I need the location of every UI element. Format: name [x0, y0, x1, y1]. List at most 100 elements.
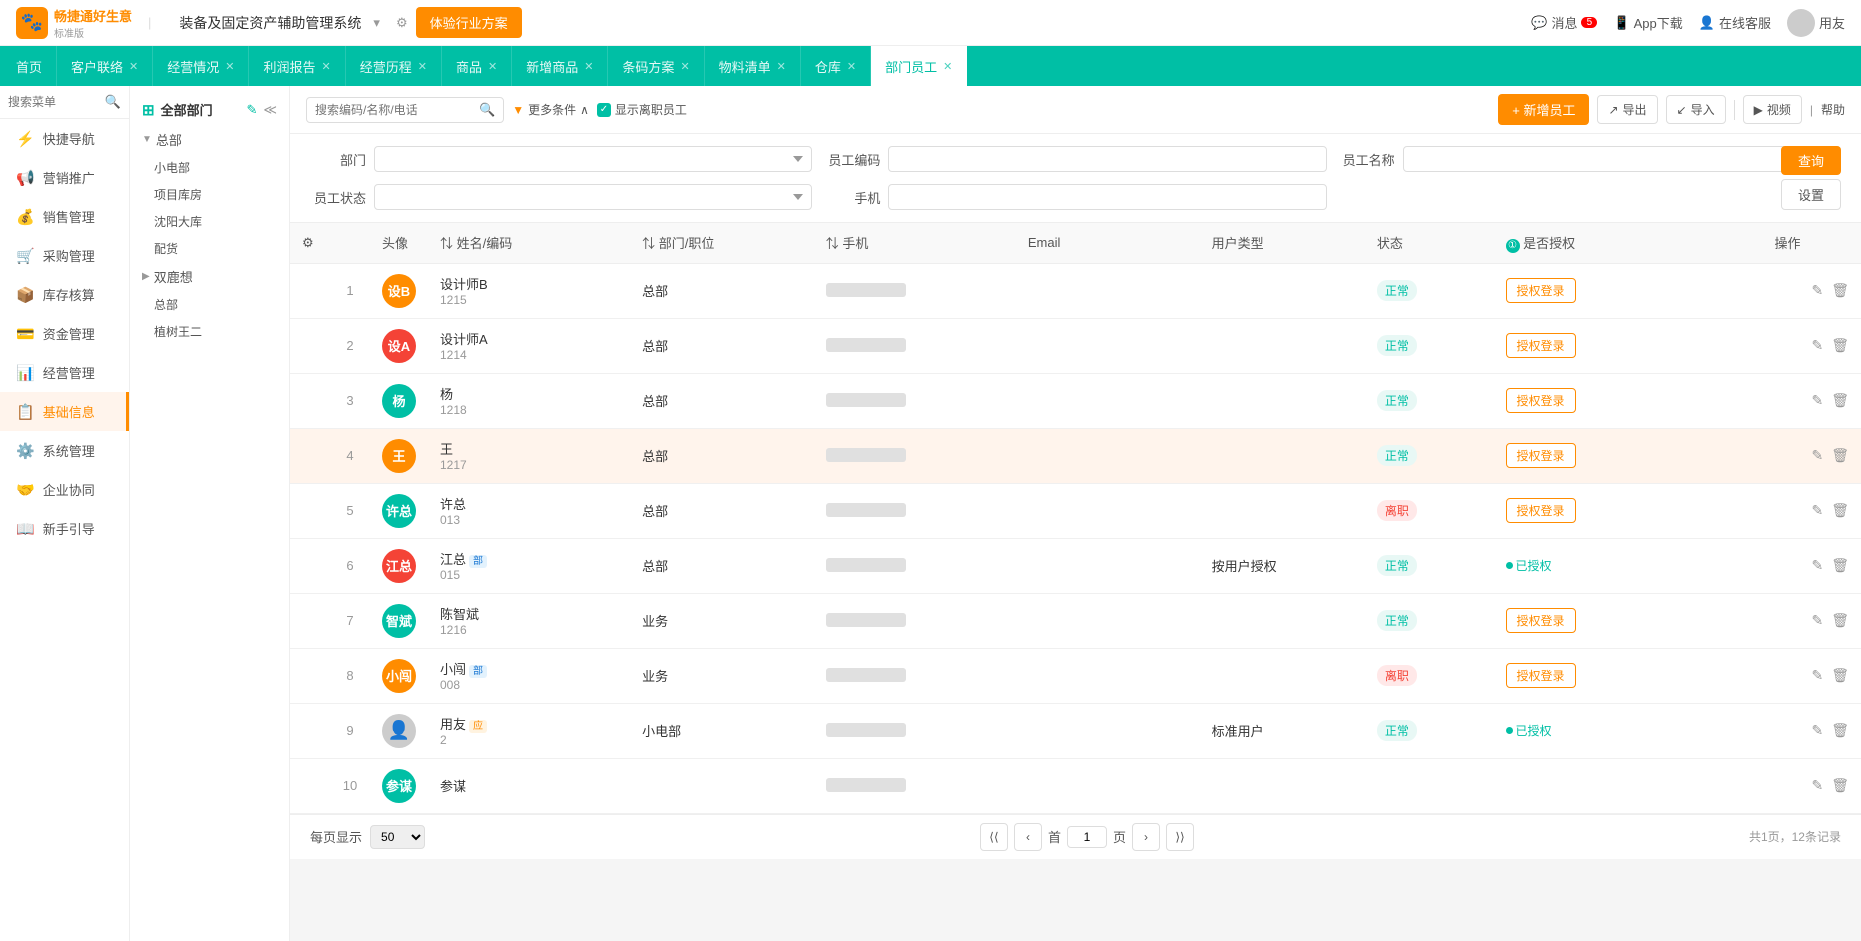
emp-name-input[interactable] [1403, 146, 1841, 172]
tab-home[interactable]: 首页 [0, 46, 57, 86]
edit-icon[interactable]: ✎ [1811, 447, 1823, 464]
delete-icon[interactable]: 🗑 [1831, 557, 1849, 574]
delete-icon[interactable]: 🗑 [1831, 777, 1849, 794]
delete-icon[interactable]: 🗑 [1831, 612, 1849, 629]
col-name-th[interactable]: ⇅ 姓名/编码 [428, 223, 630, 263]
delete-icon[interactable]: 🗑 [1831, 502, 1849, 519]
dept-group-title-shuanglu[interactable]: ▶ 双鹿想 [130, 262, 289, 291]
tab-dept-staff[interactable]: 部门员工 ✕ [871, 46, 967, 86]
trial-button[interactable]: 体验行业方案 [416, 7, 522, 38]
sidebar-item-guide[interactable]: 📖 新手引导 [0, 509, 129, 548]
tab-goods[interactable]: 商品 ✕ [442, 46, 512, 86]
edit-icon[interactable]: ✎ [1811, 667, 1823, 684]
close-icon[interactable]: ✕ [584, 60, 593, 73]
auth-login-button[interactable]: 授权登录 [1506, 278, 1576, 303]
close-icon[interactable]: ✕ [322, 60, 331, 73]
auth-login-button[interactable]: 授权登录 [1506, 608, 1576, 633]
help-btn[interactable]: | [1810, 103, 1813, 117]
edit-icon[interactable]: ✎ [1811, 502, 1823, 519]
import-button[interactable]: ↙ 导入 [1666, 95, 1726, 124]
edit-icon[interactable]: ✎ [1811, 557, 1823, 574]
delete-icon[interactable]: 🗑 [1831, 337, 1849, 354]
tab-warehouse[interactable]: 仓库 ✕ [801, 46, 871, 86]
emp-code-input[interactable] [888, 146, 1326, 172]
tab-bom[interactable]: 物料清单 ✕ [705, 46, 801, 86]
sidebar-item-inventory[interactable]: 📦 库存核算 [0, 275, 129, 314]
auth-login-button[interactable]: 授权登录 [1506, 498, 1576, 523]
close-icon[interactable]: ✕ [943, 60, 952, 73]
search-icon[interactable]: 🔍 [479, 102, 495, 118]
dept-filter-select[interactable] [374, 146, 812, 172]
col-phone-th[interactable]: ⇅ 手机 [814, 223, 1016, 263]
close-icon[interactable]: ✕ [680, 60, 689, 73]
view-button[interactable]: ▶ 视频 [1743, 95, 1802, 124]
app-download-btn[interactable]: 📱 App下载 [1613, 13, 1682, 32]
dept-item-project[interactable]: 项目库房 [130, 181, 289, 208]
delete-icon[interactable]: 🗑 [1831, 392, 1849, 409]
dept-item-zhishu[interactable]: 植树王二 [130, 318, 289, 345]
edit-icon[interactable]: ✎ [1811, 282, 1823, 299]
sidebar-item-operation[interactable]: 📊 经营管理 [0, 353, 129, 392]
set-button[interactable]: 设置 [1781, 179, 1841, 210]
auth-login-button[interactable]: 授权登录 [1506, 388, 1576, 413]
sidebar-item-system[interactable]: ⚙️ 系统管理 [0, 431, 129, 470]
sidebar-item-quick[interactable]: ⚡ 快捷导航 [0, 119, 129, 158]
delete-icon[interactable]: 🗑 [1831, 282, 1849, 299]
next-page-btn[interactable]: › [1132, 823, 1160, 851]
phone-input[interactable] [888, 184, 1326, 210]
user-menu-btn[interactable]: 用友 [1787, 9, 1845, 37]
search-button[interactable]: 查询 [1781, 146, 1841, 175]
sidebar-item-collab[interactable]: 🤝 企业协同 [0, 470, 129, 509]
prev-page-btn[interactable]: ‹ [1014, 823, 1042, 851]
sidebar-item-marketing[interactable]: 📢 营销推广 [0, 158, 129, 197]
sidebar-item-purchase[interactable]: 🛒 采购管理 [0, 236, 129, 275]
tab-journey[interactable]: 经营历程 ✕ [346, 46, 442, 86]
tab-addgoods[interactable]: 新增商品 ✕ [512, 46, 608, 86]
edit-icon[interactable]: ✎ [1811, 337, 1823, 354]
auth-login-button[interactable]: 授权登录 [1506, 663, 1576, 688]
dept-edit-icon[interactable]: ✎ [246, 102, 257, 118]
edit-icon[interactable]: ✎ [1811, 722, 1823, 739]
add-employee-button[interactable]: + 新增员工 [1498, 94, 1589, 125]
edit-icon[interactable]: ✎ [1811, 612, 1823, 629]
delete-icon[interactable]: 🗑 [1831, 667, 1849, 684]
col-dept-th[interactable]: ⇅ 部门/职位 [630, 223, 814, 263]
close-icon[interactable]: ✕ [847, 60, 856, 73]
export-button[interactable]: ↗ 导出 [1597, 95, 1657, 124]
sidebar-item-sales[interactable]: 💰 销售管理 [0, 197, 129, 236]
page-size-select[interactable]: 50 20 100 [370, 825, 425, 849]
close-icon[interactable]: ✕ [225, 60, 234, 73]
close-icon[interactable]: ✕ [418, 60, 427, 73]
dept-collapse-icon[interactable]: ≪ [263, 102, 277, 118]
close-icon[interactable]: ✕ [129, 60, 138, 73]
more-filter-btn[interactable]: ▼ 更多条件 ∧ [512, 101, 589, 118]
edit-icon[interactable]: ✎ [1811, 392, 1823, 409]
dept-group-title-general[interactable]: ▼ 总部 [130, 125, 289, 154]
delete-icon[interactable]: 🗑 [1831, 722, 1849, 739]
search-menu-input[interactable] [8, 95, 101, 109]
edit-icon[interactable]: ✎ [1811, 777, 1823, 794]
dept-item-xiaodibu[interactable]: 小电部 [130, 154, 289, 181]
auth-login-button[interactable]: 授权登录 [1506, 443, 1576, 468]
col-settings-th[interactable]: ⚙ [290, 223, 330, 263]
dept-all-btn[interactable]: ⊞ 全部部门 [142, 100, 213, 119]
show-resigned-toggle[interactable]: ✓ 显示离职员工 [597, 101, 687, 118]
help-label[interactable]: 帮助 [1821, 101, 1845, 118]
tab-business[interactable]: 经营情况 ✕ [153, 46, 249, 86]
emp-status-select[interactable] [374, 184, 812, 210]
search-input[interactable] [315, 103, 475, 117]
message-icon-btn[interactable]: 💬 消息 5 [1531, 13, 1597, 32]
close-icon[interactable]: ✕ [777, 60, 786, 73]
tab-profit[interactable]: 利润报告 ✕ [249, 46, 345, 86]
first-page-btn[interactable]: ⟨⟨ [980, 823, 1008, 851]
delete-icon[interactable]: 🗑 [1831, 447, 1849, 464]
sidebar-item-basic[interactable]: 📋 基础信息 [0, 392, 129, 431]
dept-item-peihuo[interactable]: 配货 [130, 235, 289, 262]
auth-login-button[interactable]: 授权登录 [1506, 333, 1576, 358]
settings-icon[interactable]: ⚙ [396, 15, 408, 31]
online-service-btn[interactable]: 👤 在线客服 [1699, 13, 1771, 32]
last-page-btn[interactable]: ⟩⟩ [1166, 823, 1194, 851]
dept-item-shenyang[interactable]: 沈阳大库 [130, 208, 289, 235]
dept-item-zongbu[interactable]: 总部 [130, 291, 289, 318]
close-icon[interactable]: ✕ [488, 60, 497, 73]
